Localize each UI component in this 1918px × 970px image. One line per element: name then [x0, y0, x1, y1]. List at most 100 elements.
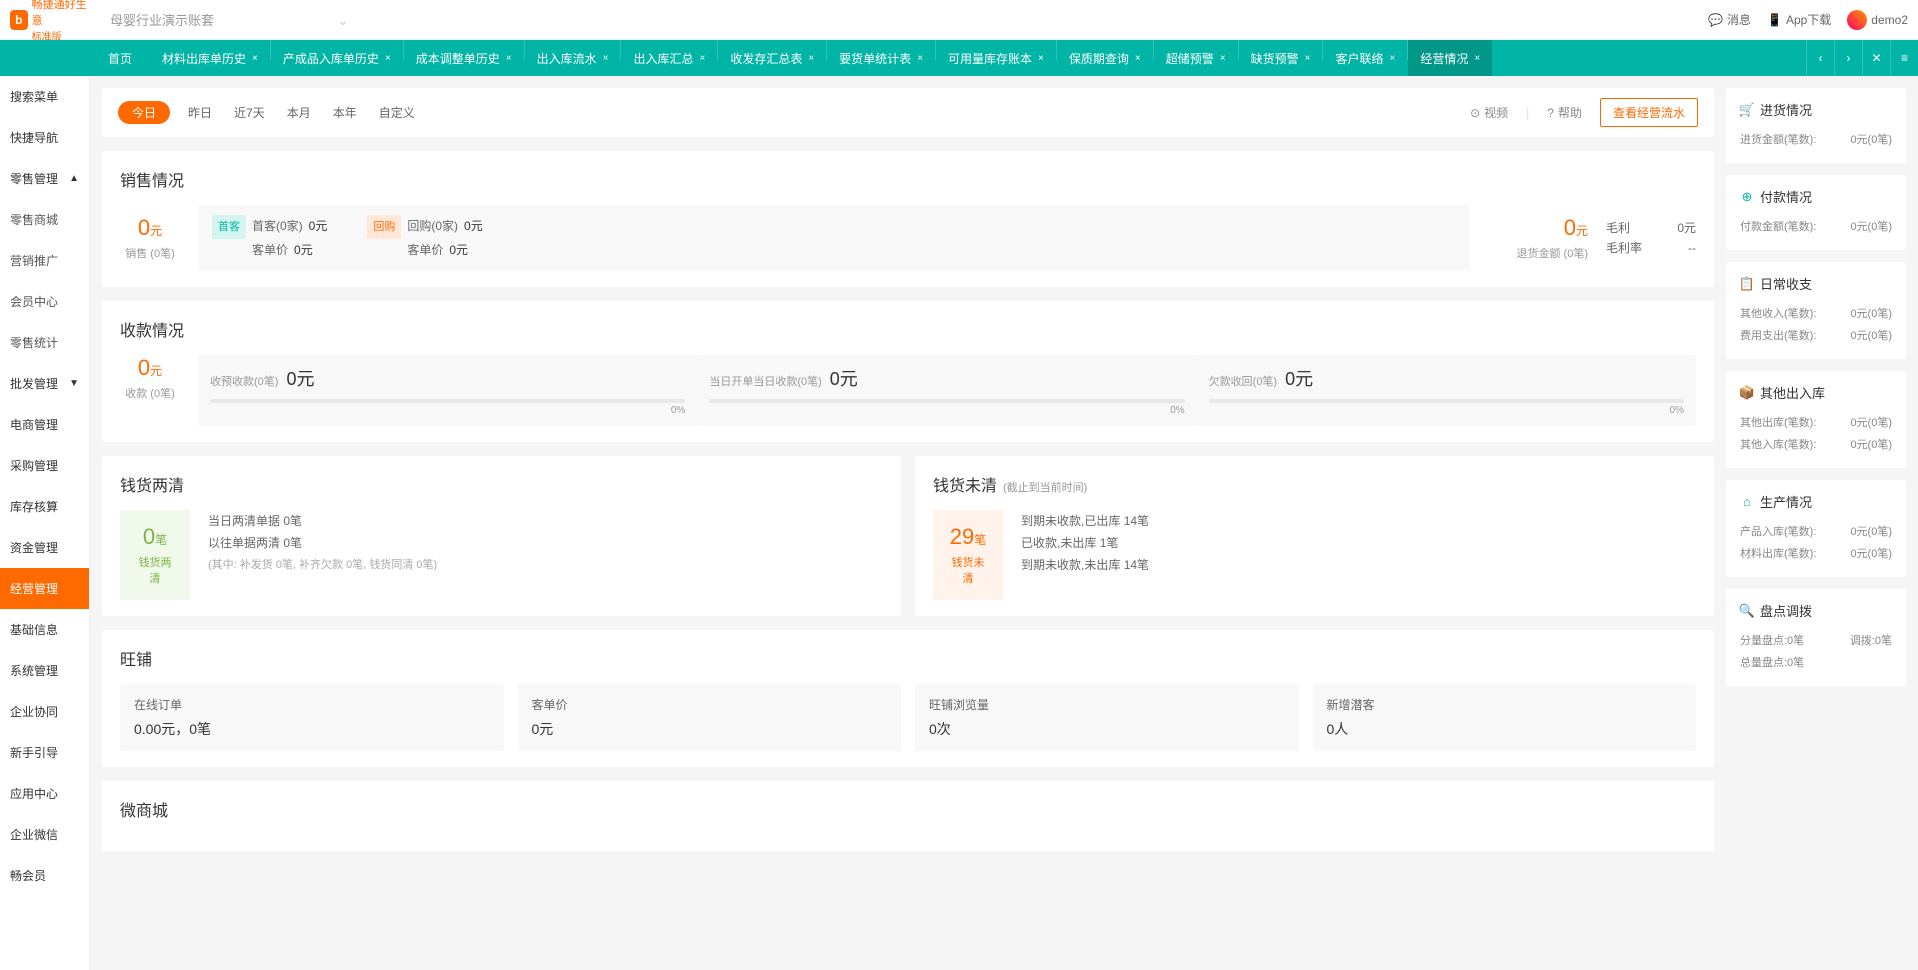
- messages-link[interactable]: 💬 消息: [1708, 11, 1751, 28]
- filter-link[interactable]: 昨日: [188, 104, 212, 121]
- sidebar-item[interactable]: 零售商城: [0, 199, 89, 240]
- receipt-amount: 0元 收款 (0笔): [120, 355, 180, 401]
- user-menu[interactable]: demo2: [1847, 10, 1908, 30]
- nav-menu[interactable]: ≡: [1890, 40, 1918, 76]
- summary-card: 📋日常收支其他收入(笔数):0元(0笔)费用支出(笔数):0元(0笔): [1726, 262, 1906, 359]
- phone-icon: 📱: [1767, 13, 1782, 27]
- summary-line: 产品入库(笔数):0元(0笔): [1740, 521, 1892, 543]
- close-icon[interactable]: ×: [699, 53, 705, 64]
- sidebar-item[interactable]: 搜索菜单: [0, 76, 89, 117]
- close-icon[interactable]: ×: [603, 53, 609, 64]
- receipt-item: 当日开单当日收款(0笔)0元0%: [697, 355, 1196, 426]
- help-link[interactable]: ?帮助: [1547, 104, 1582, 121]
- sidebar-item[interactable]: 零售管理▲: [0, 158, 89, 199]
- sidebar-item[interactable]: 系统管理: [0, 650, 89, 691]
- sidebar-item[interactable]: 企业协同: [0, 691, 89, 732]
- sidebar-item[interactable]: 资金管理: [0, 527, 89, 568]
- sidebar-item[interactable]: 畅会员: [0, 855, 89, 896]
- filter-link[interactable]: 本年: [333, 104, 357, 121]
- sidebar-item[interactable]: 新手引导: [0, 732, 89, 773]
- nav-home[interactable]: 首页: [90, 40, 150, 76]
- sidebar-item[interactable]: 批发管理▼: [0, 363, 89, 404]
- prod-icon: ⌂: [1740, 495, 1754, 509]
- nav-tab[interactable]: 经营情况×: [1408, 40, 1492, 76]
- sidebar-item[interactable]: 电商管理: [0, 404, 89, 445]
- nav-tab[interactable]: 成本调整单历史×: [404, 40, 524, 76]
- progress-bar: [1209, 399, 1684, 403]
- sales-title: 销售情况: [120, 167, 1696, 191]
- close-icon[interactable]: ×: [385, 53, 391, 64]
- caret-icon: ▲: [69, 173, 79, 184]
- summary-card: 🛒进货情况进货金额(笔数):0元(0笔): [1726, 88, 1906, 163]
- filter-link[interactable]: 近7天: [234, 104, 265, 121]
- summary-line: 其他出库(笔数):0元(0笔): [1740, 412, 1892, 434]
- nav-tab[interactable]: 超储预警×: [1154, 40, 1238, 76]
- nav-scroll-right[interactable]: ›: [1834, 40, 1862, 76]
- close-icon[interactable]: ×: [1038, 53, 1044, 64]
- summary-line: 其他入库(笔数):0元(0笔): [1740, 434, 1892, 456]
- app-download-link[interactable]: 📱 App下载: [1767, 11, 1831, 28]
- pay-icon: ⊕: [1740, 190, 1754, 204]
- close-icon[interactable]: ×: [1135, 53, 1141, 64]
- micro-mall-card: 微商城: [102, 781, 1714, 851]
- logo: b 畅捷通好生意 标准版: [10, 0, 90, 43]
- filter-today[interactable]: 今日: [118, 101, 170, 124]
- view-flow-button[interactable]: 查看经营流水: [1600, 98, 1698, 127]
- sidebar-item[interactable]: 零售统计: [0, 322, 89, 363]
- summary-title: 📋日常收支: [1740, 274, 1892, 293]
- receipt-title: 收款情况: [120, 317, 1696, 341]
- close-icon[interactable]: ×: [1220, 53, 1226, 64]
- shop-stat: 旺铺浏览量0次: [915, 684, 1299, 751]
- nav-close-all[interactable]: ✕: [1862, 40, 1890, 76]
- summary-line: 进货金额(笔数):0元(0笔): [1740, 129, 1892, 151]
- money-goods-clear-card: 钱货两清 0笔 钱货两清 当日两清单据 0笔 以往单据两清 0笔 (其中: 补发…: [102, 456, 901, 616]
- sidebar-item[interactable]: 基础信息: [0, 609, 89, 650]
- nav-tab[interactable]: 出入库流水×: [525, 40, 621, 76]
- filter-link[interactable]: 本月: [287, 104, 311, 121]
- nav-tab[interactable]: 要货单统计表×: [827, 40, 935, 76]
- nav-tab[interactable]: 保质期查询×: [1057, 40, 1153, 76]
- summary-title: 🔍盘点调拨: [1740, 601, 1892, 620]
- account-selector[interactable]: 母婴行业演示账套 ⌄: [110, 10, 1708, 29]
- sidebar-item[interactable]: 企业微信: [0, 814, 89, 855]
- close-icon[interactable]: ×: [1305, 53, 1311, 64]
- close-icon[interactable]: ×: [917, 53, 923, 64]
- qh-clear-count: 0笔 钱货两清: [120, 510, 190, 600]
- stock-icon: 📦: [1740, 386, 1754, 400]
- sidebar-item[interactable]: 采购管理: [0, 445, 89, 486]
- nav-tab[interactable]: 材料出库单历史×: [150, 40, 270, 76]
- video-link[interactable]: ⊙视频: [1470, 104, 1508, 121]
- receipt-item: 欠款收回(0笔)0元0%: [1197, 355, 1696, 426]
- close-icon[interactable]: ×: [1474, 53, 1480, 64]
- nav-scroll-left[interactable]: ‹: [1806, 40, 1834, 76]
- nav-tab[interactable]: 可用量库存账本×: [936, 40, 1056, 76]
- sidebar-item[interactable]: 经营管理: [0, 568, 89, 609]
- qh-unclear-detail: 到期未收款,已出库 14笔 已收款,未出库 1笔 到期未收款,未出库 14笔: [1021, 510, 1696, 576]
- caret-icon: ▼: [69, 378, 79, 389]
- close-icon[interactable]: ×: [808, 53, 814, 64]
- close-icon[interactable]: ×: [252, 53, 258, 64]
- nav-tab[interactable]: 出入库汇总×: [621, 40, 717, 76]
- summary-line: 其他收入(笔数):0元(0笔): [1740, 303, 1892, 325]
- navbar: 首页 材料出库单历史×产成品入库单历史×成本调整单历史×出入库流水×出入库汇总×…: [0, 40, 1918, 76]
- nav-tab[interactable]: 产成品入库单历史×: [271, 40, 403, 76]
- shop-stat: 客单价0元: [518, 684, 902, 751]
- filter-link[interactable]: 自定义: [379, 104, 415, 121]
- sales-amount: 0元 销售 (0笔): [120, 215, 180, 261]
- close-icon[interactable]: ×: [506, 53, 512, 64]
- sidebar-item[interactable]: 库存核算: [0, 486, 89, 527]
- sidebar-item[interactable]: 会员中心: [0, 281, 89, 322]
- nav-tab[interactable]: 收发存汇总表×: [718, 40, 826, 76]
- nav-tab[interactable]: 缺货预警×: [1239, 40, 1323, 76]
- sidebar: 搜索菜单快捷导航零售管理▲零售商城营销推广会员中心零售统计批发管理▼电商管理采购…: [0, 76, 90, 970]
- sidebar-item[interactable]: 应用中心: [0, 773, 89, 814]
- sidebar-item[interactable]: 快捷导航: [0, 117, 89, 158]
- summary-title: ⊕付款情况: [1740, 187, 1892, 206]
- sidebar-item[interactable]: 营销推广: [0, 240, 89, 281]
- summary-line: 总量盘点:0笔: [1740, 652, 1892, 674]
- nav-tab[interactable]: 客户联络×: [1323, 40, 1407, 76]
- summary-line: 付款金额(笔数):0元(0笔): [1740, 216, 1892, 238]
- date-filter-bar: 今日 昨日近7天本月本年自定义 ⊙视频 | ?帮助 查看经营流水: [102, 88, 1714, 137]
- close-icon[interactable]: ×: [1389, 53, 1395, 64]
- avatar: [1847, 10, 1867, 30]
